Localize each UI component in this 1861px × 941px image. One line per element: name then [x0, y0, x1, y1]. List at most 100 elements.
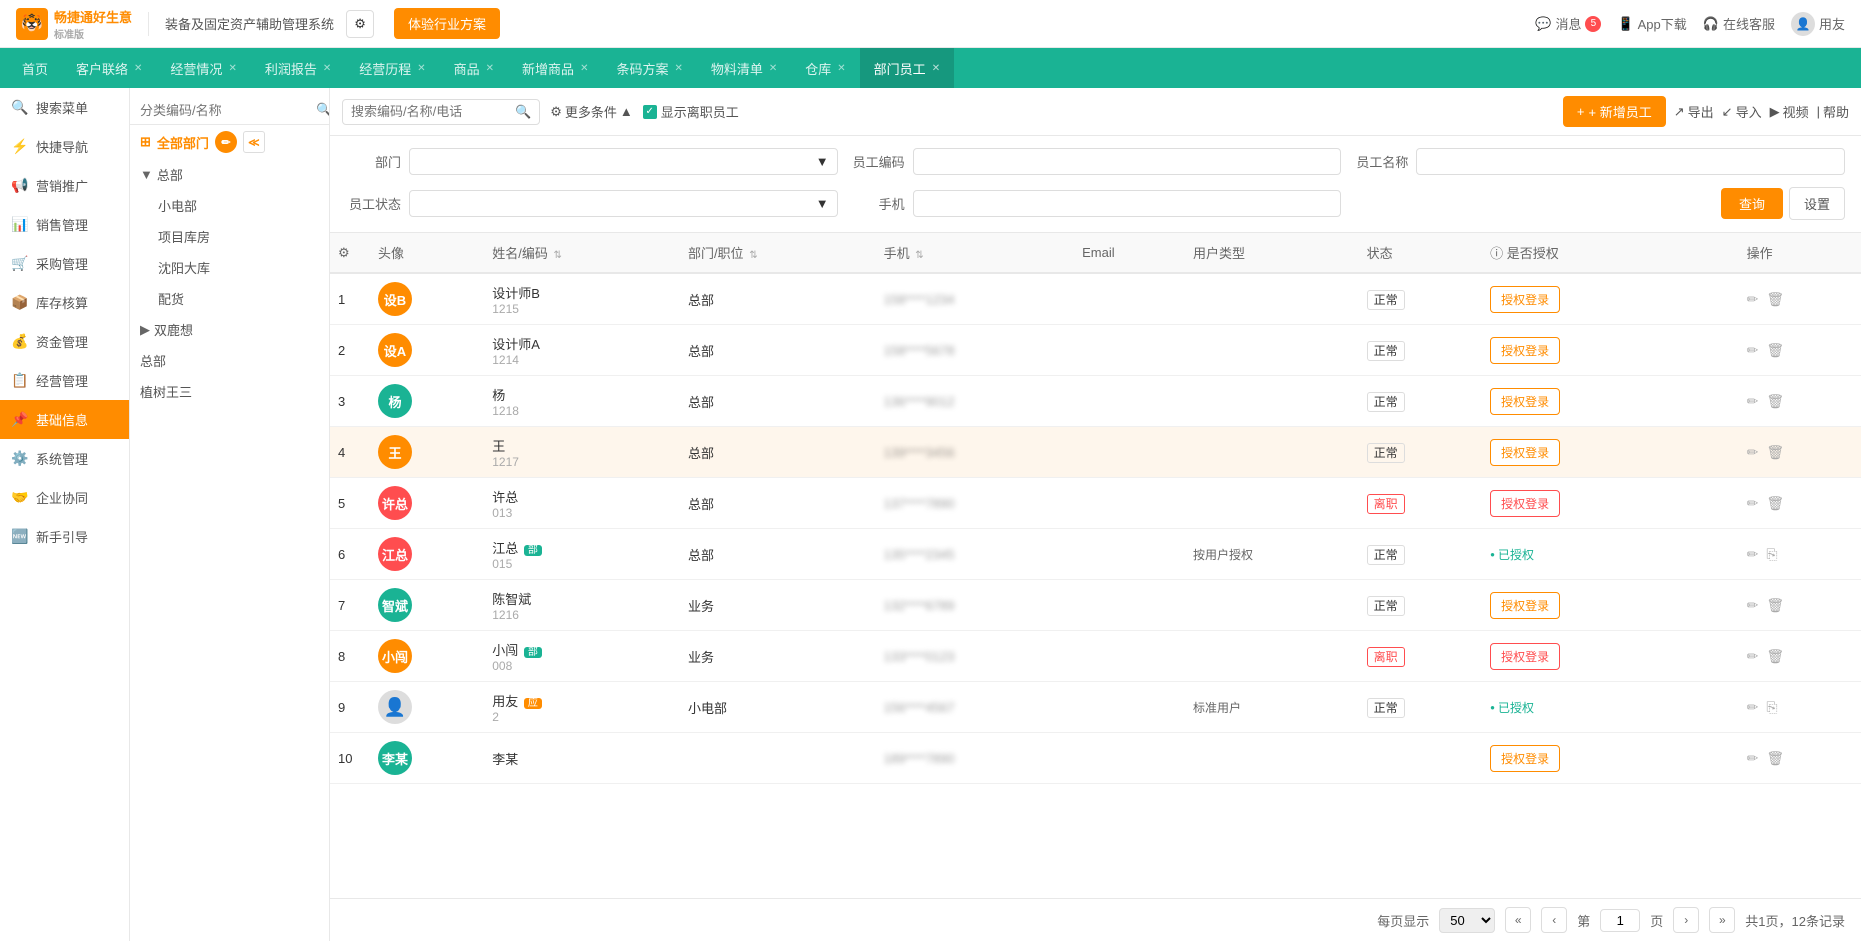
- auth-button[interactable]: 授权登录: [1490, 388, 1560, 415]
- close-icon[interactable]: ✕: [486, 63, 494, 74]
- more-conditions-button[interactable]: ⚙ 更多条件 ▲: [550, 102, 633, 121]
- close-icon[interactable]: ✕: [580, 63, 588, 74]
- dept-item-project[interactable]: 项目库房: [130, 221, 329, 252]
- delete-icon[interactable]: 🗑: [1766, 444, 1784, 461]
- close-icon[interactable]: ✕: [769, 63, 777, 74]
- tab-bom[interactable]: 物料清单 ✕: [697, 48, 791, 88]
- query-button[interactable]: 查询: [1721, 188, 1783, 219]
- name-filter-input[interactable]: [1416, 148, 1845, 175]
- edit-icon[interactable]: ✏: [1747, 597, 1759, 614]
- show-resigned-toggle[interactable]: ✓ 显示离职员工: [643, 102, 739, 121]
- status-filter-select[interactable]: ▼: [409, 190, 838, 217]
- sidebar-item-inventory[interactable]: 📦 库存核算: [0, 283, 129, 322]
- auth-button[interactable]: 授权登录: [1490, 337, 1560, 364]
- reset-button[interactable]: 设置: [1789, 187, 1845, 220]
- auth-button[interactable]: 授权登录: [1490, 490, 1560, 517]
- auth-button[interactable]: 授权登录: [1490, 745, 1560, 772]
- dept-item-distribution[interactable]: 配货: [130, 283, 329, 314]
- close-icon[interactable]: ✕: [674, 63, 682, 74]
- dept-filter-select[interactable]: ▼: [409, 148, 838, 175]
- edit-icon[interactable]: ✏: [1747, 495, 1759, 512]
- settings-button[interactable]: ⚙: [346, 10, 374, 38]
- search-input[interactable]: [351, 104, 511, 119]
- tab-profit[interactable]: 利润报告 ✕: [251, 48, 345, 88]
- sort-icon[interactable]: ⇅: [915, 250, 923, 261]
- code-filter-input[interactable]: [913, 148, 1342, 175]
- first-page-button[interactable]: «: [1505, 907, 1531, 933]
- export-button[interactable]: ↗ 导出: [1674, 102, 1714, 121]
- delete-icon[interactable]: 🗑: [1766, 750, 1784, 767]
- close-icon[interactable]: ✕: [134, 63, 142, 74]
- delete-icon[interactable]: 🗑: [1766, 291, 1784, 308]
- edit-icon[interactable]: ✏: [1747, 393, 1759, 410]
- next-page-button[interactable]: ›: [1673, 907, 1699, 933]
- delete-icon[interactable]: 🗑: [1766, 648, 1784, 665]
- dept-item-zhishu[interactable]: 植树王三: [130, 376, 329, 407]
- auth-button[interactable]: 授权登录: [1490, 286, 1560, 313]
- sidebar-item-basic[interactable]: 📌 基础信息: [0, 400, 129, 439]
- sidebar-item-purchase[interactable]: 🛒 采购管理: [0, 244, 129, 283]
- dept-item-hq[interactable]: 总部: [130, 345, 329, 376]
- sort-icon[interactable]: ⇅: [749, 250, 757, 261]
- sidebar-item-search[interactable]: 🔍 搜索菜单: [0, 88, 129, 127]
- delete-icon[interactable]: 🗑: [1766, 393, 1784, 410]
- sidebar-item-shortcut[interactable]: ⚡ 快捷导航: [0, 127, 129, 166]
- edit-icon[interactable]: ✏: [1747, 291, 1759, 308]
- delete-icon[interactable]: 🗑: [1766, 342, 1784, 359]
- settings-icon[interactable]: ⚙: [338, 245, 350, 260]
- page-size-select[interactable]: 50 100 200: [1439, 908, 1495, 933]
- dept-search-input[interactable]: [140, 103, 316, 118]
- tab-barcode[interactable]: 条码方案 ✕: [602, 48, 696, 88]
- sidebar-item-sales[interactable]: 📊 销售管理: [0, 205, 129, 244]
- dept-item-headquarters-parent[interactable]: ▼ 总部: [130, 159, 329, 190]
- all-dept-label[interactable]: 全部部门: [157, 133, 209, 152]
- sort-icon[interactable]: ⇅: [554, 250, 562, 261]
- sidebar-item-marketing[interactable]: 📢 营销推广: [0, 166, 129, 205]
- auth-button[interactable]: 授权登录: [1490, 439, 1560, 466]
- auth-button[interactable]: 授权登录: [1490, 592, 1560, 619]
- sidebar-item-management[interactable]: 📋 经营管理: [0, 361, 129, 400]
- dept-item-shuanglu[interactable]: ▶ 双鹿想: [130, 314, 329, 345]
- tab-new-goods[interactable]: 新增商品 ✕: [508, 48, 602, 88]
- close-icon[interactable]: ✕: [323, 63, 331, 74]
- tab-department[interactable]: 部门员工 ✕: [860, 48, 954, 88]
- prev-page-button[interactable]: ‹: [1541, 907, 1567, 933]
- tab-operation[interactable]: 经营情况 ✕: [156, 48, 250, 88]
- add-employee-button[interactable]: + + 新增员工: [1563, 96, 1666, 127]
- phone-filter-input[interactable]: [913, 190, 1342, 217]
- edit-icon[interactable]: ✏: [1747, 342, 1759, 359]
- dept-item-electronics[interactable]: 小电部: [130, 190, 329, 221]
- close-icon[interactable]: ✕: [932, 63, 940, 74]
- dept-item-shenyang[interactable]: 沈阳大库: [130, 252, 329, 283]
- last-page-button[interactable]: »: [1709, 907, 1735, 933]
- tab-history[interactable]: 经营历程 ✕: [345, 48, 439, 88]
- try-button[interactable]: 体验行业方案: [394, 8, 500, 39]
- dept-edit-button[interactable]: ✏: [215, 131, 237, 153]
- message-button[interactable]: 💬 消息 5: [1535, 14, 1601, 33]
- sidebar-item-guide[interactable]: 🆕 新手引导: [0, 517, 129, 556]
- copy-icon[interactable]: ⎘: [1766, 699, 1777, 716]
- close-icon[interactable]: ✕: [417, 63, 425, 74]
- dept-collapse-button[interactable]: ≪: [243, 131, 265, 153]
- delete-icon[interactable]: 🗑: [1766, 495, 1784, 512]
- close-icon[interactable]: ✕: [837, 63, 845, 74]
- tab-warehouse[interactable]: 仓库 ✕: [791, 48, 859, 88]
- edit-icon[interactable]: ✏: [1747, 648, 1759, 665]
- sidebar-item-finance[interactable]: 💰 资金管理: [0, 322, 129, 361]
- tab-home[interactable]: 首页: [8, 48, 62, 88]
- online-service-button[interactable]: 🎧 在线客服: [1703, 14, 1775, 33]
- user-area[interactable]: 👤 用友: [1791, 12, 1845, 36]
- auth-button[interactable]: 授权登录: [1490, 643, 1560, 670]
- tab-customer[interactable]: 客户联络 ✕: [62, 48, 156, 88]
- sidebar-item-system[interactable]: ⚙️ 系统管理: [0, 439, 129, 478]
- sidebar-item-cooperation[interactable]: 🤝 企业协同: [0, 478, 129, 517]
- page-input[interactable]: [1600, 909, 1640, 932]
- close-icon[interactable]: ✕: [228, 63, 236, 74]
- copy-icon[interactable]: ⎘: [1766, 546, 1777, 563]
- app-download-button[interactable]: 📱 App下载: [1617, 14, 1686, 33]
- edit-icon[interactable]: ✏: [1747, 546, 1759, 563]
- view-button[interactable]: ▶ 视频: [1770, 102, 1809, 121]
- import-button[interactable]: ↙ 导入: [1722, 102, 1762, 121]
- edit-icon[interactable]: ✏: [1747, 750, 1759, 767]
- tab-goods[interactable]: 商品 ✕: [440, 48, 508, 88]
